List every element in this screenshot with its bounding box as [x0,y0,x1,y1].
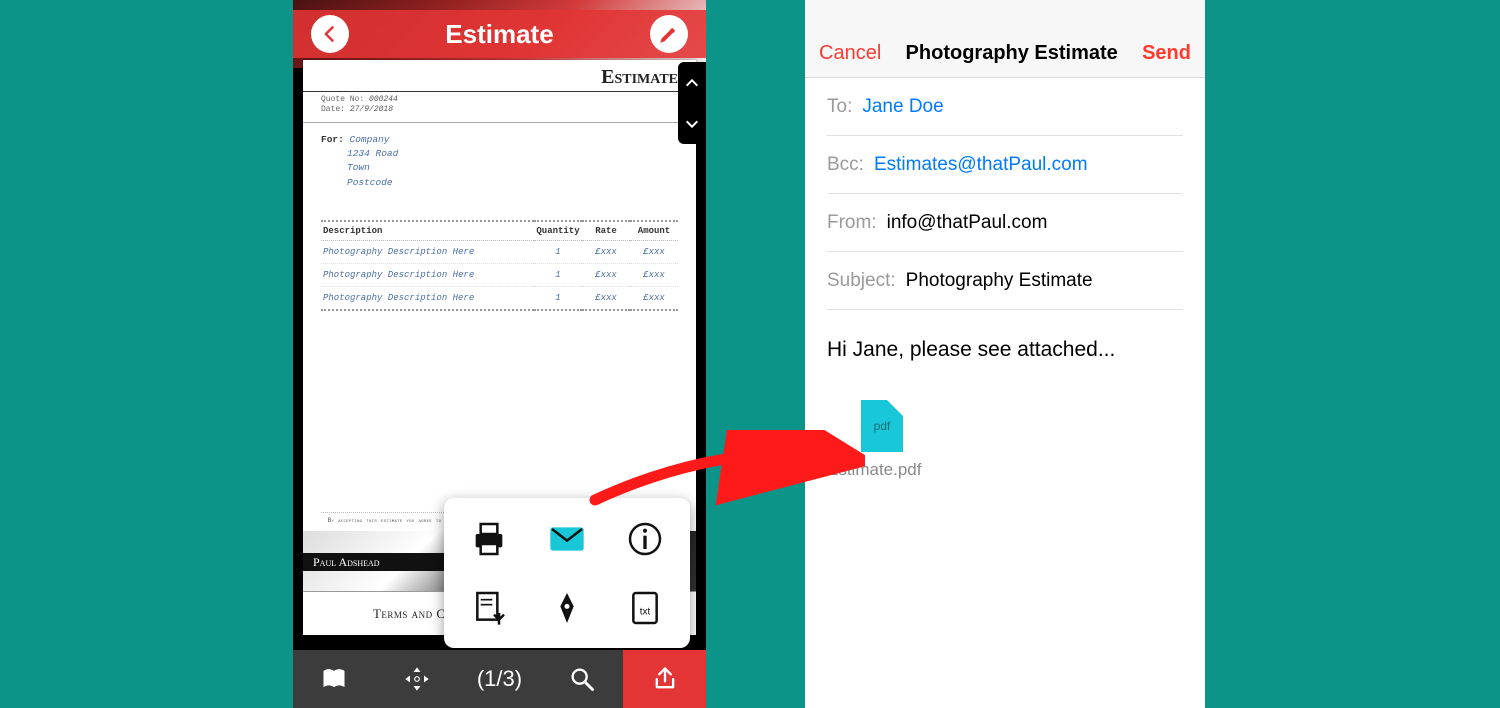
cell-desc: Photography Description Here [321,240,534,263]
attachment-ext: pdf [874,419,891,433]
subject-field[interactable]: Subject: Photography Estimate [827,252,1183,310]
address-line-2: Town [321,161,678,175]
export-txt-option[interactable]: txt [606,573,684,642]
header-title: Estimate [445,19,553,50]
from-value: info@thatPaul.com [887,212,1048,234]
send-button[interactable]: Send [1142,42,1191,65]
search-icon [568,665,596,693]
address-line-1: 1234 Road [321,147,678,161]
mail-navbar: Cancel Photography Estimate Send [805,0,1205,78]
to-field[interactable]: To: Jane Doe [827,78,1183,136]
navigate-button[interactable] [376,650,459,708]
pencil-icon [659,24,679,44]
doc-meta: Quote No: 000244 Date: 27/9/2018 [303,92,696,123]
bottom-toolbar: (1/3) [293,650,706,708]
book-icon [320,665,348,693]
edit-button[interactable] [650,15,688,53]
info-option[interactable] [606,504,684,573]
page-count-text: (1/3) [477,666,522,692]
cell-qty: 1 [534,286,582,310]
cancel-button[interactable]: Cancel [819,42,881,65]
chevron-left-icon [320,24,340,44]
doc-recipient: For: Company 1234 Road Town Postcode [303,123,696,220]
mail-title: Photography Estimate [906,42,1118,65]
cell-rate: £xxx [582,263,630,286]
col-quantity: Quantity [534,221,582,241]
mail-icon [547,519,587,559]
share-popover: txt [444,498,690,648]
page-indicator[interactable]: (1/3) [458,650,541,708]
quote-no-value: 000244 [369,95,398,104]
from-field[interactable]: From: info@thatPaul.com [827,194,1183,252]
company-value: Company [350,134,390,145]
search-button[interactable] [541,650,624,708]
cell-qty: 1 [534,240,582,263]
col-description: Description [321,221,534,241]
chevron-up-icon [684,75,700,91]
attachment[interactable]: pdf Estimate.pdf [805,390,1205,490]
share-button[interactable] [623,650,706,708]
mail-compose-screen: Cancel Photography Estimate Send To: Jan… [805,0,1205,708]
email-option[interactable] [528,504,606,573]
date-value: 27/9/2018 [350,105,393,114]
doc-title: Estimate [303,60,696,92]
cell-rate: £xxx [582,286,630,310]
line-items-table: Description Quantity Rate Amount Photogr… [321,220,678,311]
subject-label: Subject: [827,270,896,292]
svg-text:txt: txt [640,606,651,617]
print-option[interactable] [450,504,528,573]
estimate-viewer-screen: Estimate Estimate Quote No: 000244 Date:… [293,0,706,708]
from-label: From: [827,212,877,234]
table-row: Photography Description Here 1 £xxx £xxx [321,263,678,286]
mail-body-text[interactable]: Hi Jane, please see attached... [805,310,1205,390]
cell-amt: £xxx [630,240,678,263]
cell-amt: £xxx [630,286,678,310]
share-icon [651,665,679,693]
for-label: For: [321,134,344,145]
bcc-label: Bcc: [827,154,864,176]
cell-qty: 1 [534,263,582,286]
chevron-down-icon [684,116,700,132]
col-amount: Amount [630,221,678,241]
info-icon [625,519,665,559]
cell-rate: £xxx [582,240,630,263]
library-button[interactable] [293,650,376,708]
date-label: Date: [321,105,345,114]
fountain-pen-icon [547,588,587,628]
sign-option[interactable] [528,573,606,642]
table-row: Photography Description Here 1 £xxx £xxx [321,286,678,310]
pdf-file-icon: pdf [861,400,903,452]
printer-icon [469,519,509,559]
cell-desc: Photography Description Here [321,263,534,286]
address-line-3: Postcode [321,176,678,190]
col-rate: Rate [582,221,630,241]
bcc-field[interactable]: Bcc: Estimates@thatPaul.com [827,136,1183,194]
to-value: Jane Doe [862,96,943,118]
cell-desc: Photography Description Here [321,286,534,310]
table-row: Photography Description Here 1 £xxx £xxx [321,240,678,263]
document-upload-icon [469,588,509,628]
mail-header-fields: To: Jane Doe Bcc: Estimates@thatPaul.com… [805,78,1205,310]
bcc-value: Estimates@thatPaul.com [874,154,1088,176]
move-arrows-icon [403,665,431,693]
quote-no-label: Quote No: [321,95,364,104]
subject-value: Photography Estimate [906,270,1093,292]
back-button[interactable] [311,15,349,53]
txt-file-icon: txt [625,588,665,628]
attachment-filename: Estimate.pdf [827,460,1183,480]
cell-amt: £xxx [630,263,678,286]
header-bar: Estimate [293,10,706,58]
export-document-option[interactable] [450,573,528,642]
page-scroll-control[interactable] [678,62,706,144]
to-label: To: [827,96,852,118]
